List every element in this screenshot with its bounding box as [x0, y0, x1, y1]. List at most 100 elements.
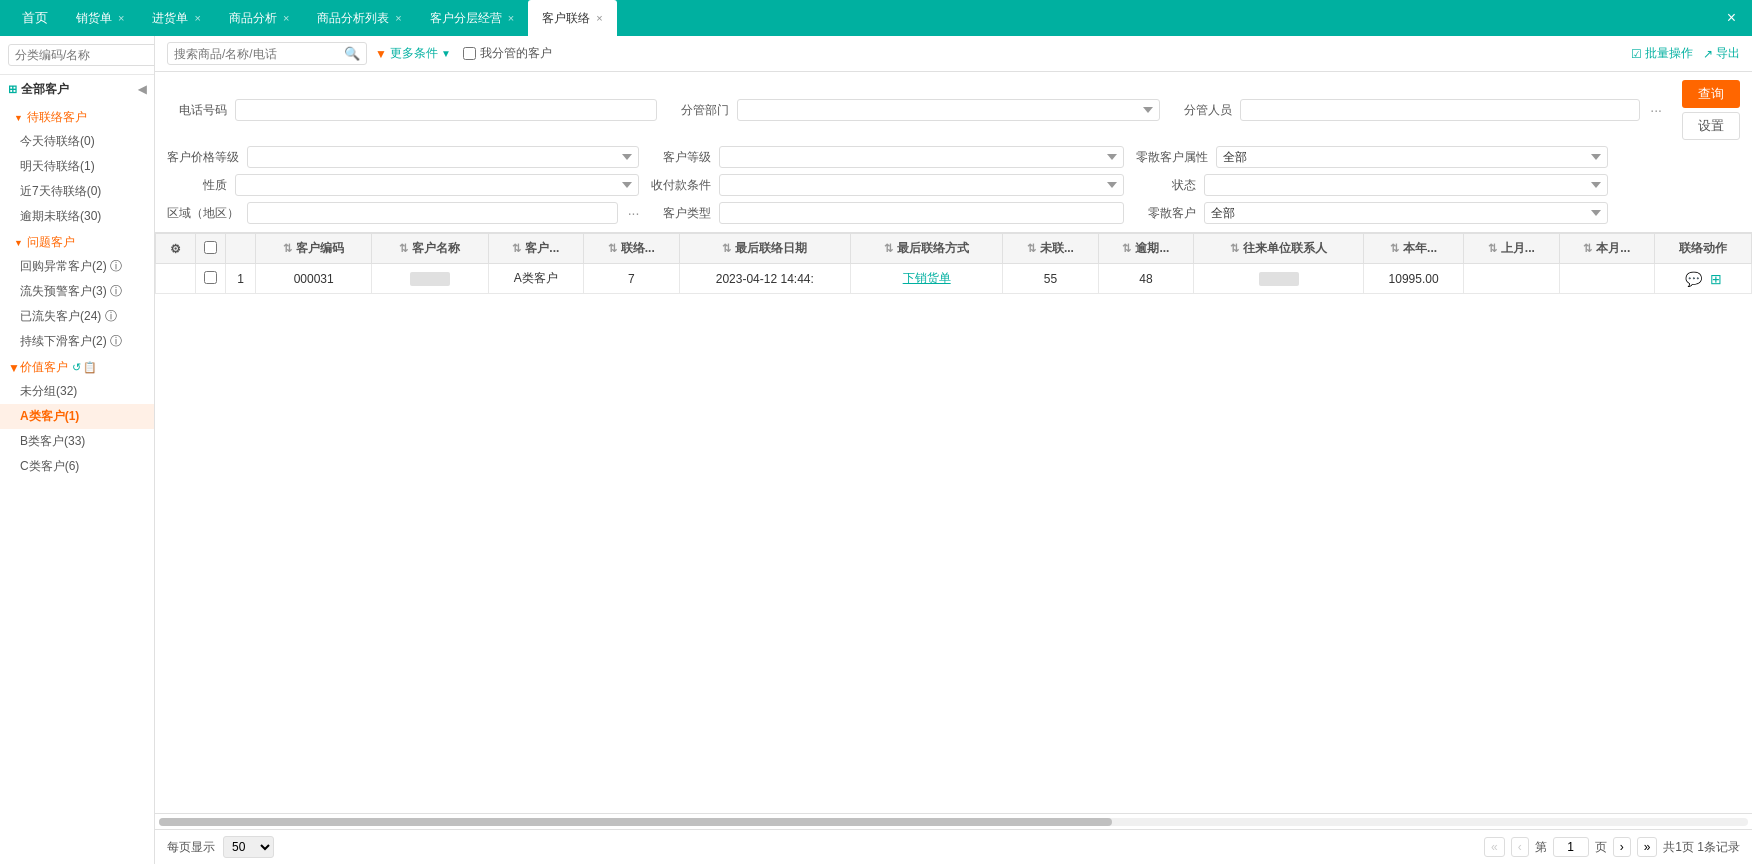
batch-operations-btn[interactable]: ☑ 批量操作 [1631, 45, 1693, 62]
customer-table: ⚙ 客户编码 客户名称 客户... 联络... 最后联络日期 最后联络方式 未联… [155, 233, 1752, 294]
close-all-tabs[interactable]: × [1719, 9, 1744, 27]
sparse-attr-select[interactable]: 全部 [1216, 146, 1608, 168]
toolbar-search-input[interactable] [174, 47, 344, 61]
sparse-customer-select[interactable]: 全部 [1204, 202, 1608, 224]
sidebar-item-7days-contact[interactable]: 近7天待联络(0) [0, 179, 154, 204]
pending-contact-header[interactable]: ▼ 待联络客户 [0, 104, 154, 129]
col-unit-contact[interactable]: 往来单位联系人 [1194, 234, 1364, 264]
col-last-month[interactable]: 上月... [1464, 234, 1559, 264]
horizontal-scrollbar[interactable] [155, 813, 1752, 829]
all-customers-label: 全部客户 [21, 81, 69, 98]
cell-year-sales: 10995.00 [1364, 264, 1464, 294]
settings-btn[interactable]: 设置 [1682, 112, 1740, 140]
query-btn[interactable]: 查询 [1682, 80, 1740, 108]
col-contact-count[interactable]: 联络... [584, 234, 679, 264]
col-name[interactable]: 客户名称 [372, 234, 488, 264]
payment-select[interactable] [719, 174, 1123, 196]
total-label: 共1页 1条记录 [1663, 839, 1740, 856]
customer-type-input[interactable] [719, 202, 1123, 224]
problem-customers-header[interactable]: ▼ 问题客户 [0, 229, 154, 254]
page-number-input[interactable] [1553, 837, 1589, 857]
nav-product-analysis-list[interactable]: 商品分析列表 × [303, 0, 415, 36]
col-last-method[interactable]: 最后联络方式 [851, 234, 1003, 264]
col-uncontacted[interactable]: 未联... [1003, 234, 1098, 264]
collapse-icon[interactable]: ◀ [138, 83, 146, 96]
sidebar-item-class-c[interactable]: C类客户(6) [0, 454, 154, 479]
region-input[interactable] [247, 202, 618, 224]
sidebar-item-declining[interactable]: 持续下滑客户(2) ⓘ [0, 329, 154, 354]
my-customers-checkbox[interactable]: 我分管的客户 [463, 45, 552, 62]
sidebar-item-class-b[interactable]: B类客户(33) [0, 429, 154, 454]
close-product-analysis-list[interactable]: × [395, 12, 401, 24]
sidebar-item-churn-warning[interactable]: 流失预警客户(3) ⓘ [0, 279, 154, 304]
next-page-btn[interactable]: › [1613, 837, 1631, 857]
refresh-icon[interactable]: ↺ [72, 361, 81, 374]
sidebar-item-churned[interactable]: 已流失客户(24) ⓘ [0, 304, 154, 329]
nav-purchase-order[interactable]: 进货单 × [138, 0, 214, 36]
col-year-sales[interactable]: 本年... [1364, 234, 1464, 264]
per-page-select[interactable]: 50 20 100 [223, 836, 274, 858]
price-level-select[interactable] [247, 146, 639, 168]
col-overdue[interactable]: 逾期... [1098, 234, 1193, 264]
sidebar-search-input[interactable] [8, 44, 155, 66]
cell-last-month [1464, 264, 1559, 294]
region-dots[interactable]: ··· [628, 205, 640, 221]
phone-label: 电话号码 [167, 102, 227, 119]
select-all-checkbox[interactable] [204, 241, 217, 254]
triangle-down-icon2: ▼ [14, 238, 23, 248]
nav-home[interactable]: 首页 [8, 0, 62, 36]
sidebar-item-today-contact[interactable]: 今天待联络(0) [0, 129, 154, 154]
sidebar-item-overdue-contact[interactable]: 逾期未联络(30) [0, 204, 154, 229]
cell-actions: 💬 ⊞ [1655, 264, 1752, 294]
last-method-link[interactable]: 下销货单 [903, 271, 951, 285]
nav-customer-contact[interactable]: 客户联络 × [528, 0, 616, 36]
export-btn[interactable]: ↗ 导出 [1703, 45, 1740, 62]
scroll-thumb[interactable] [159, 818, 1112, 826]
nav-sales-order[interactable]: 销货单 × [62, 0, 138, 36]
toolbar: 🔍 ▼ 更多条件 ▼ 我分管的客户 ☑ 批量操作 ↗ 导出 [155, 36, 1752, 72]
nature-select[interactable] [235, 174, 639, 196]
sidebar-item-tomorrow-contact[interactable]: 明天待联络(1) [0, 154, 154, 179]
cell-checkbox [196, 264, 226, 294]
close-purchase-order[interactable]: × [194, 12, 200, 24]
footer-right: « ‹ 第 页 › » 共1页 1条记录 [1484, 837, 1740, 857]
dept-select[interactable] [737, 99, 1159, 121]
close-sales-order[interactable]: × [118, 12, 124, 24]
toolbar-search-icon[interactable]: 🔍 [344, 46, 360, 61]
sidebar-item-unclassified[interactable]: 未分组(32) [0, 379, 154, 404]
my-customers-check[interactable] [463, 47, 476, 60]
prev-page-btn[interactable]: ‹ [1511, 837, 1529, 857]
grid-action-icon[interactable]: ⊞ [1710, 271, 1722, 287]
col-level[interactable]: 客户... [488, 234, 583, 264]
nav-product-analysis[interactable]: 商品分析 × [215, 0, 303, 36]
cell-last-method: 下销货单 [851, 264, 1003, 294]
filter-price-level: 客户价格等级 [167, 146, 651, 168]
settings-col-icon[interactable]: ⚙ [170, 242, 181, 256]
status-select[interactable] [1204, 174, 1608, 196]
close-product-analysis[interactable]: × [283, 12, 289, 24]
sidebar-item-repurchase-abnormal[interactable]: 回购异常客户(2) ⓘ [0, 254, 154, 279]
phone-input[interactable] [235, 99, 657, 121]
nav-customer-tiered[interactable]: 客户分层经营 × [416, 0, 528, 36]
value-customers-header[interactable]: ▼ 价值客户 ↺ 📋 [0, 354, 154, 379]
row-checkbox[interactable] [204, 271, 217, 284]
col-this-month[interactable]: 本月... [1559, 234, 1654, 264]
close-customer-contact[interactable]: × [596, 12, 602, 24]
last-page-btn[interactable]: » [1637, 837, 1658, 857]
manager-input[interactable] [1240, 99, 1641, 121]
col-settings[interactable]: ⚙ [156, 234, 196, 264]
manager-dots[interactable]: ··· [1650, 102, 1662, 118]
action-icons-group: 💬 ⊞ [1663, 271, 1743, 287]
filter-icon: ▼ [375, 47, 387, 61]
add-group-icon[interactable]: 📋 [83, 361, 97, 374]
more-filter-btn[interactable]: ▼ 更多条件 ▼ [375, 45, 451, 62]
close-customer-tiered[interactable]: × [508, 12, 514, 24]
first-page-btn[interactable]: « [1484, 837, 1505, 857]
customer-level-select[interactable] [719, 146, 1123, 168]
sidebar-item-class-a[interactable]: A类客户(1) [0, 404, 154, 429]
col-last-date[interactable]: 最后联络日期 [679, 234, 851, 264]
all-customers-header[interactable]: ⊞ 全部客户 ◀ [0, 75, 154, 104]
col-code[interactable]: 客户编码 [256, 234, 372, 264]
chat-icon[interactable]: 💬 [1685, 271, 1702, 287]
filter-manager: 分管人员 ··· [1172, 99, 1674, 121]
